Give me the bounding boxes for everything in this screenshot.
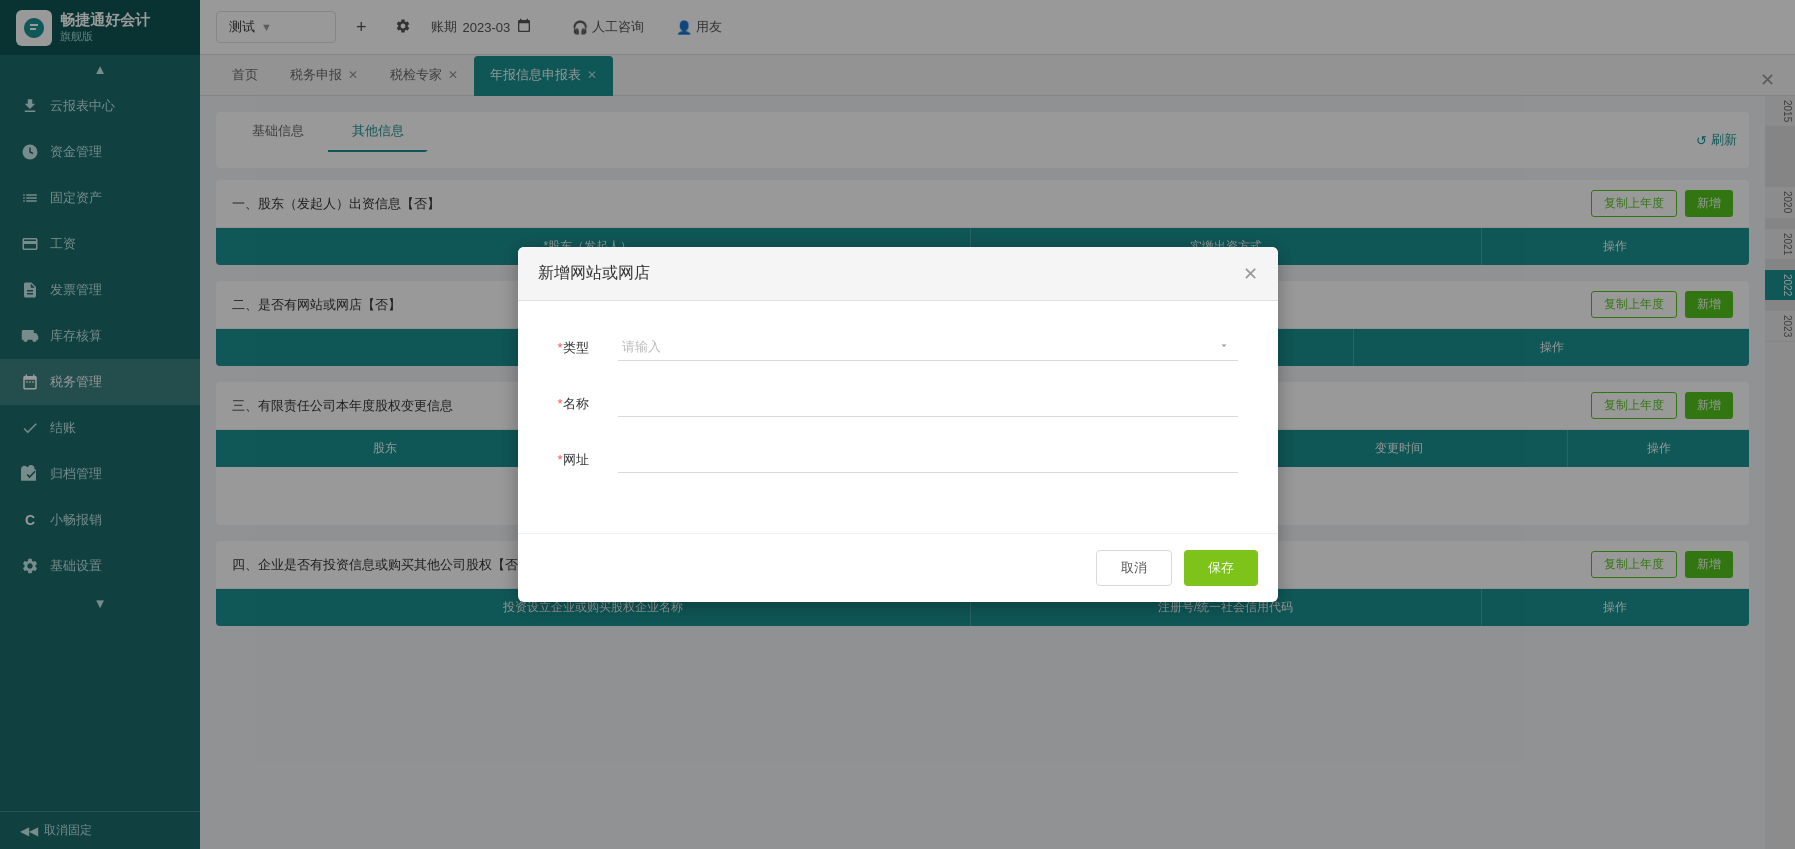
form-row-url: *网址 [558,445,1238,473]
url-input[interactable] [618,445,1238,473]
form-label-type: *类型 [558,333,618,357]
add-website-dialog: 新增网站或网店 ✕ *类型 *名称 [518,247,1278,602]
form-row-name: *名称 [558,389,1238,417]
form-row-type: *类型 [558,333,1238,361]
form-url-wrap [618,445,1238,473]
form-label-name: *名称 [558,389,618,413]
name-input[interactable] [618,389,1238,417]
dialog-overlay[interactable]: 新增网站或网店 ✕ *类型 *名称 [0,0,1795,849]
dialog-close-button[interactable]: ✕ [1243,265,1258,283]
form-label-url: *网址 [558,445,618,469]
dialog-footer: 取消 保存 [518,533,1278,602]
type-input[interactable] [618,333,1238,361]
dialog-title: 新增网站或网店 [538,263,650,284]
form-name-wrap [618,389,1238,417]
form-type-wrap [618,333,1238,361]
dialog-body: *类型 *名称 [518,301,1278,533]
cancel-button[interactable]: 取消 [1096,550,1172,586]
dialog-header: 新增网站或网店 ✕ [518,247,1278,301]
save-button[interactable]: 保存 [1184,550,1258,586]
